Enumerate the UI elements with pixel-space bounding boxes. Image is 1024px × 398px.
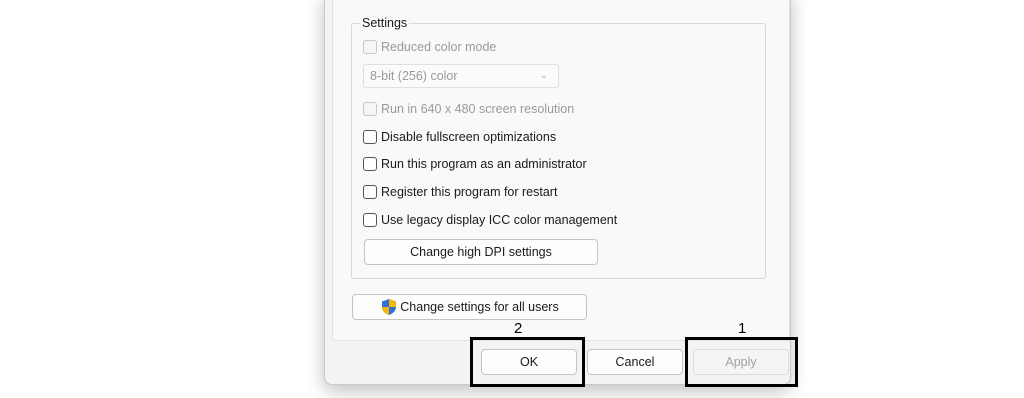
checkbox-box[interactable]: [363, 130, 377, 144]
register-restart-label: Register this program for restart: [381, 185, 558, 199]
disable-fullscreen-checkbox[interactable]: Disable fullscreen optimizations: [363, 128, 556, 146]
run-640x480-label: Run in 640 x 480 screen resolution: [381, 102, 575, 116]
checkbox-box[interactable]: [363, 185, 377, 199]
annotation-label-2: 2: [514, 320, 523, 337]
run-as-admin-checkbox[interactable]: Run this program as an administrator: [363, 155, 587, 173]
annotation-label-1: 1: [738, 320, 747, 337]
color-depth-select: 8-bit (256) color ⌄: [363, 64, 559, 88]
disable-fullscreen-label: Disable fullscreen optimizations: [381, 130, 557, 144]
register-restart-checkbox[interactable]: Register this program for restart: [363, 183, 557, 201]
reduced-color-mode-label: Reduced color mode: [381, 40, 497, 54]
cancel-button[interactable]: Cancel: [587, 349, 683, 375]
run-as-admin-label: Run this program as an administrator: [381, 157, 587, 171]
legacy-icc-label: Use legacy display ICC color management: [381, 213, 618, 227]
checkbox-box[interactable]: [363, 157, 377, 171]
uac-shield-icon: [382, 299, 397, 315]
checkbox-box[interactable]: [363, 213, 377, 227]
checkbox-box: [363, 102, 377, 116]
reduced-color-mode-checkbox: Reduced color mode: [363, 38, 496, 56]
change-high-dpi-button[interactable]: Change high DPI settings: [364, 239, 598, 265]
annotation-box-ok: [470, 337, 585, 387]
legacy-icc-checkbox[interactable]: Use legacy display ICC color management: [363, 211, 617, 229]
checkbox-box: [363, 40, 377, 54]
settings-group-title: Settings: [360, 16, 410, 30]
color-depth-value: 8-bit (256) color: [370, 69, 458, 83]
run-640x480-checkbox: Run in 640 x 480 screen resolution: [363, 100, 574, 118]
chevron-down-icon: ⌄: [539, 70, 548, 81]
annotation-box-apply: [685, 337, 798, 387]
change-settings-all-users-button[interactable]: Change settings for all users: [352, 294, 587, 320]
change-settings-all-users-label: Change settings for all users: [400, 300, 559, 314]
